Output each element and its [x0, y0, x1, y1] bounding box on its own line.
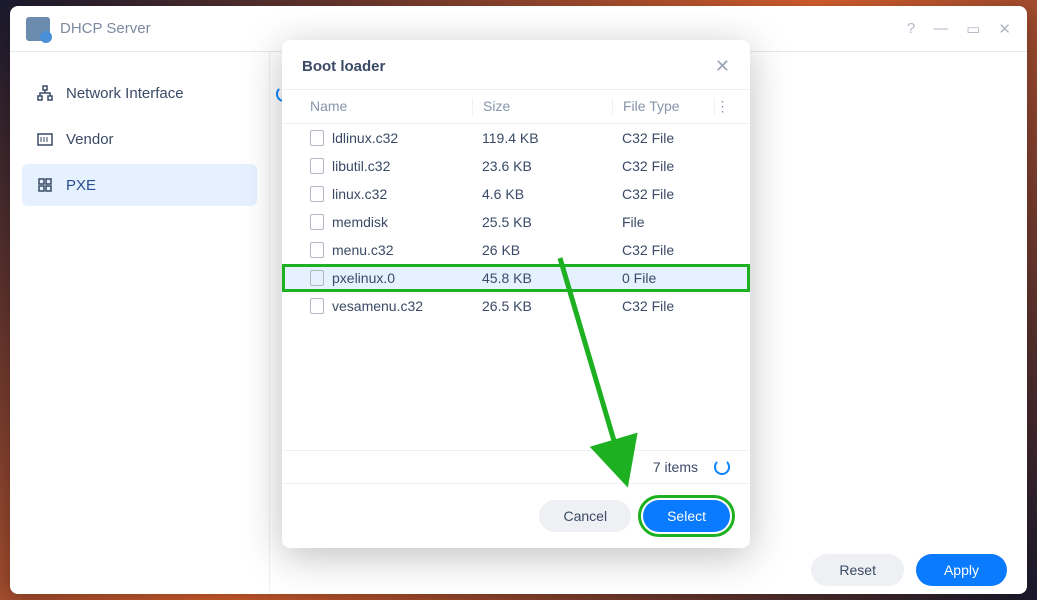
table-row-selected[interactable]: pxelinux.0 45.8 KB 0 File — [282, 264, 750, 292]
apply-button[interactable]: Apply — [916, 554, 1007, 586]
file-name: pxelinux.0 — [332, 270, 395, 286]
file-icon — [310, 270, 324, 286]
minimize-icon[interactable]: — — [933, 20, 948, 38]
file-type: C32 File — [612, 158, 730, 174]
table-row[interactable]: vesamenu.c32 26.5 KB C32 File — [282, 292, 750, 320]
file-name: memdisk — [332, 214, 388, 230]
spacer — [282, 320, 750, 450]
reset-button[interactable]: Reset — [811, 554, 904, 586]
file-size: 119.4 KB — [472, 130, 612, 146]
boot-loader-dialog: Boot loader ✕ Name Size File Type ⋮ ldli… — [282, 40, 750, 548]
help-icon[interactable]: ? — [907, 20, 915, 38]
file-type: 0 File — [612, 270, 730, 286]
file-name: linux.c32 — [332, 186, 387, 202]
file-name: libutil.c32 — [332, 158, 390, 174]
sidebar-item-vendor[interactable]: Vendor — [22, 118, 257, 160]
file-type: C32 File — [612, 298, 730, 314]
file-type: C32 File — [612, 130, 730, 146]
table-row[interactable]: menu.c32 26 KB C32 File — [282, 236, 750, 264]
file-icon — [310, 298, 324, 314]
sidebar-item-network-interface[interactable]: Network Interface — [22, 72, 257, 114]
file-type: C32 File — [612, 186, 730, 202]
dialog-footer: Cancel Select — [282, 484, 750, 548]
file-icon — [310, 242, 324, 258]
status-row: 7 items — [282, 450, 750, 484]
file-icon — [310, 158, 324, 174]
table-row[interactable]: libutil.c32 23.6 KB C32 File — [282, 152, 750, 180]
file-size: 4.6 KB — [472, 186, 612, 202]
file-size: 26 KB — [472, 242, 612, 258]
column-type[interactable]: File Type — [612, 98, 714, 115]
table-row[interactable]: ldlinux.c32 119.4 KB C32 File — [282, 124, 750, 152]
file-icon — [310, 130, 324, 146]
column-size[interactable]: Size — [472, 98, 612, 115]
item-count: 7 items — [653, 459, 698, 475]
dialog-title: Boot loader — [302, 58, 385, 75]
dialog-close-icon[interactable]: ✕ — [715, 56, 730, 77]
window-controls: ? — ▭ ✕ — [907, 20, 1011, 38]
file-name: vesamenu.c32 — [332, 298, 423, 314]
file-size: 45.8 KB — [472, 270, 612, 286]
table-row[interactable]: linux.c32 4.6 KB C32 File — [282, 180, 750, 208]
refresh-icon[interactable] — [714, 459, 730, 475]
sidebar-item-pxe[interactable]: PXE — [22, 164, 257, 206]
table-header: Name Size File Type ⋮ — [282, 89, 750, 124]
file-icon — [310, 214, 324, 230]
file-size: 23.6 KB — [472, 158, 612, 174]
file-size: 26.5 KB — [472, 298, 612, 314]
main-footer: Reset Apply — [811, 554, 1007, 586]
close-icon[interactable]: ✕ — [998, 20, 1011, 38]
cancel-button[interactable]: Cancel — [539, 500, 631, 532]
maximize-icon[interactable]: ▭ — [966, 20, 980, 38]
file-name: menu.c32 — [332, 242, 393, 258]
file-type: File — [612, 214, 730, 230]
sidebar: Network Interface Vendor PXE — [10, 52, 270, 594]
file-icon — [310, 186, 324, 202]
file-name: ldlinux.c32 — [332, 130, 398, 146]
file-size: 25.5 KB — [472, 214, 612, 230]
column-name[interactable]: Name — [302, 98, 472, 115]
file-type: C32 File — [612, 242, 730, 258]
table-row[interactable]: memdisk 25.5 KB File — [282, 208, 750, 236]
network-icon — [36, 84, 54, 102]
pxe-icon — [36, 176, 54, 194]
dialog-header: Boot loader ✕ — [282, 40, 750, 89]
app-icon — [26, 17, 50, 41]
column-more-icon[interactable]: ⋮ — [714, 98, 730, 115]
sidebar-item-label: PXE — [66, 177, 96, 194]
file-list: ldlinux.c32 119.4 KB C32 File libutil.c3… — [282, 124, 750, 320]
sidebar-item-label: Network Interface — [66, 85, 184, 102]
select-button[interactable]: Select — [643, 500, 730, 532]
sidebar-item-label: Vendor — [66, 131, 114, 148]
vendor-icon — [36, 130, 54, 148]
window-title: DHCP Server — [60, 20, 151, 37]
